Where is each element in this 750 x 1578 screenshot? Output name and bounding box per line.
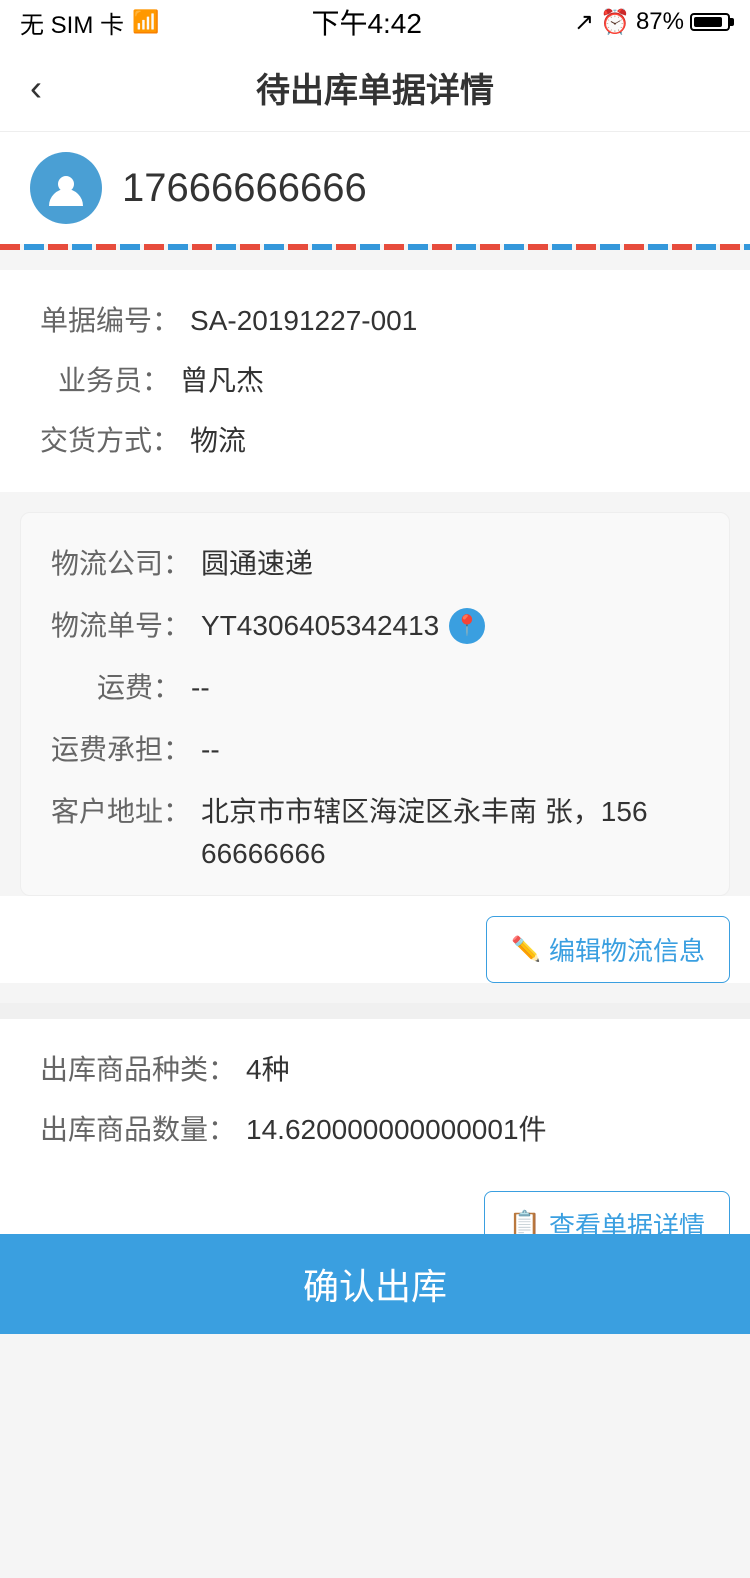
product-type-value: 4种 <box>246 1049 710 1091</box>
battery-percent: 87% <box>636 8 684 36</box>
confirm-button-label: 确认出库 <box>303 1258 447 1310</box>
logistics-section: 物流公司： 圆通速递 物流单号： YT4306405342413 📍 运费： -… <box>20 512 730 896</box>
tracking-row: 物流单号： YT4306405342413 📍 <box>51 605 699 647</box>
edit-logistics-button[interactable]: ✏️ 编辑物流信息 <box>486 916 730 983</box>
confirm-button-area[interactable]: 确认出库 <box>0 1234 750 1334</box>
salesperson-row: 业务员： 曾凡杰 <box>40 360 710 402</box>
nav-bar: ‹ 待出库单据详情 <box>0 44 750 132</box>
section-divider <box>0 1003 750 1019</box>
freight-label: 运费： <box>51 667 191 709</box>
salesperson-label: 业务员： <box>40 360 180 402</box>
location-service-icon: ↗ <box>574 8 594 37</box>
wifi-icon: 📶 <box>132 9 159 35</box>
product-qty-row: 出库商品数量： 14.620000000000001件 <box>40 1109 710 1151</box>
freight-bear-row: 运费承担： -- <box>51 729 699 771</box>
product-qty-value: 14.620000000000001件 <box>246 1109 710 1151</box>
customer-header: 17666666666 <box>0 132 750 244</box>
freight-row: 运费： -- <box>51 667 699 709</box>
edit-icon: ✏️ <box>511 935 541 964</box>
delivery-value: 物流 <box>190 420 710 462</box>
tracking-number: YT4306405342413 <box>201 605 439 647</box>
tracking-label: 物流单号： <box>51 605 201 647</box>
logistics-company-value: 圆通速递 <box>201 543 699 585</box>
status-left: 无 SIM 卡 📶 <box>20 5 159 40</box>
product-section: 出库商品种类： 4种 出库商品数量： 14.620000000000001件 <box>0 1019 750 1181</box>
alarm-icon: ⏰ <box>600 8 630 37</box>
logistics-company-row: 物流公司： 圆通速递 <box>51 543 699 585</box>
salesperson-value: 曾凡杰 <box>180 360 710 402</box>
customer-phone: 17666666666 <box>122 166 367 211</box>
status-time: 下午4:42 <box>311 2 422 42</box>
address-value: 北京市市辖区海淀区永丰南 张，156 66666666 <box>201 791 699 875</box>
page-title: 待出库单据详情 <box>256 63 494 112</box>
doc-number-row: 单据编号： SA-20191227-001 <box>40 300 710 342</box>
dashed-divider <box>0 244 750 250</box>
battery-icon <box>690 13 730 31</box>
address-row: 客户地址： 北京市市辖区海淀区永丰南 张，156 66666666 <box>51 791 699 875</box>
back-button[interactable]: ‹ <box>30 67 42 109</box>
track-location-icon[interactable]: 📍 <box>449 608 485 644</box>
freight-bear-label: 运费承担： <box>51 729 201 771</box>
delivery-label: 交货方式： <box>40 420 190 462</box>
product-type-label: 出库商品种类： <box>40 1049 246 1091</box>
product-qty-label: 出库商品数量： <box>40 1109 246 1151</box>
address-label: 客户地址： <box>51 791 201 833</box>
freight-bear-value: -- <box>201 729 699 771</box>
avatar <box>30 152 102 224</box>
doc-number-value: SA-20191227-001 <box>190 300 710 342</box>
status-bar: 无 SIM 卡 📶 下午4:42 ↗ ⏰ 87% <box>0 0 750 44</box>
tracking-value-container: YT4306405342413 📍 <box>201 605 699 647</box>
basic-info-section: 单据编号： SA-20191227-001 业务员： 曾凡杰 交货方式： 物流 <box>0 270 750 492</box>
delivery-row: 交货方式： 物流 <box>40 420 710 462</box>
logistics-company-label: 物流公司： <box>51 543 201 585</box>
edit-logistics-label: 编辑物流信息 <box>549 931 705 968</box>
freight-value: -- <box>191 667 699 709</box>
doc-number-label: 单据编号： <box>40 300 190 342</box>
carrier-text: 无 SIM 卡 <box>20 5 124 40</box>
product-type-row: 出库商品种类： 4种 <box>40 1049 710 1091</box>
edit-logistics-container: ✏️ 编辑物流信息 <box>0 896 750 983</box>
status-right: ↗ ⏰ 87% <box>574 8 730 37</box>
